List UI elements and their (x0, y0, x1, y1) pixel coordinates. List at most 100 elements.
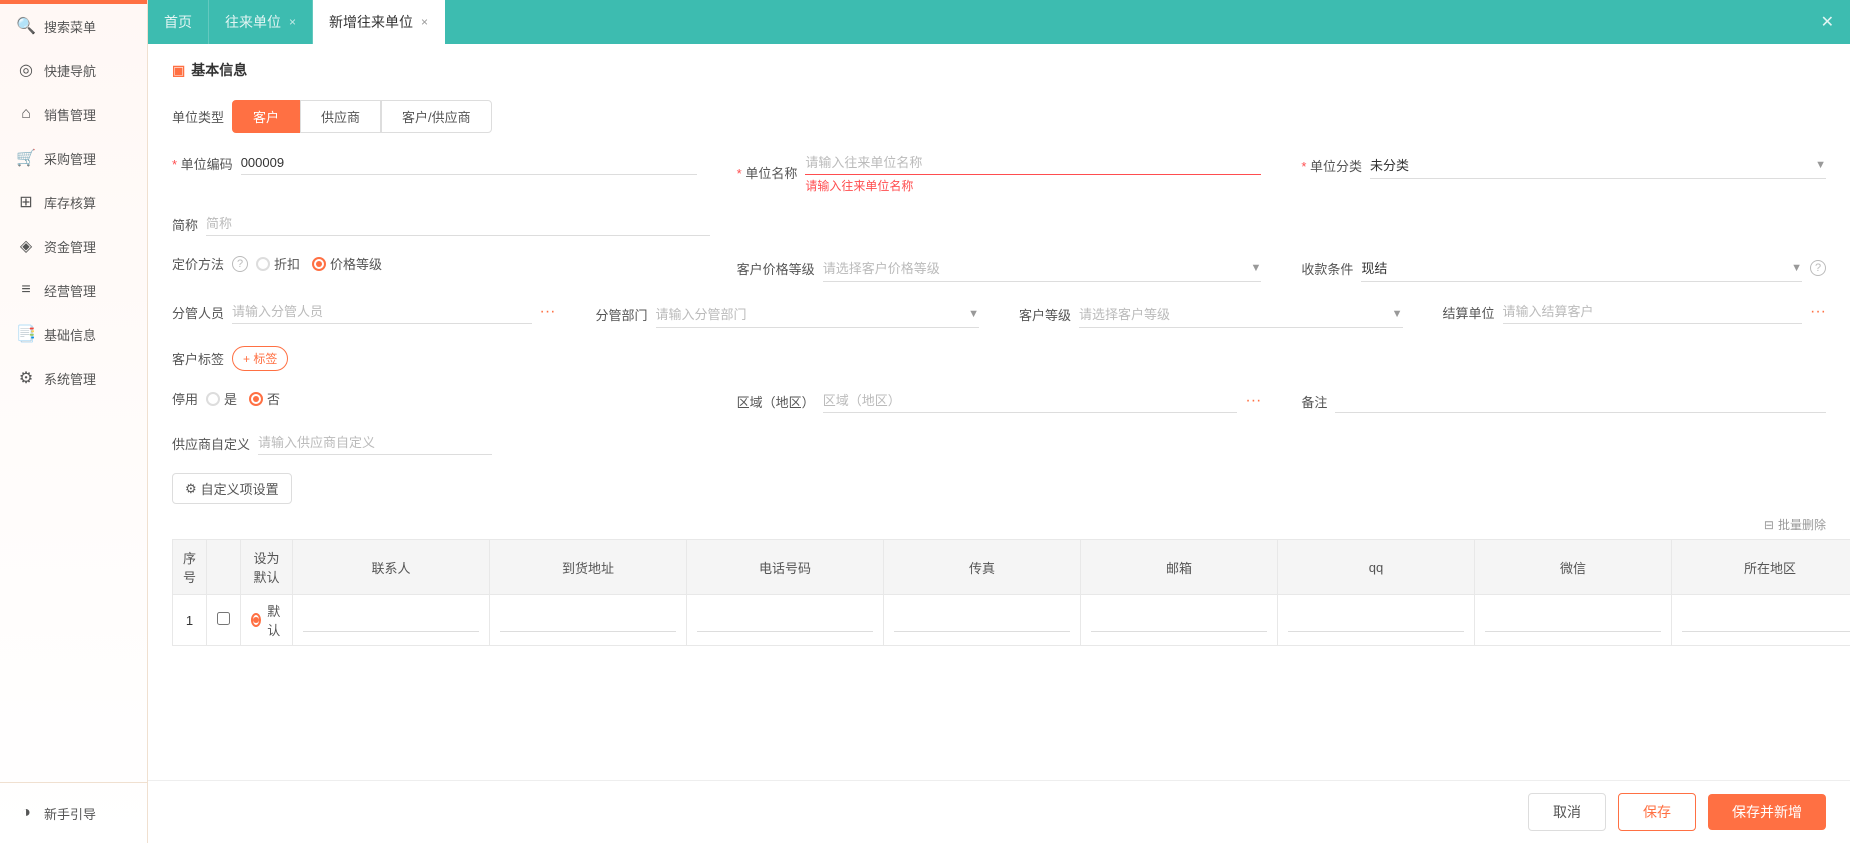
manager-row: 分管人员 ··· 分管部门 请输入分管部门 ▼ 客户等级 请选择客户等级 ▼ 结… (172, 300, 1826, 328)
customer-level-label: 客户等级 (1019, 305, 1071, 324)
region-input[interactable] (823, 389, 1238, 413)
customer-price-level-select[interactable]: 请选择客户价格等级 ▼ (823, 254, 1262, 282)
row-contact-input[interactable] (303, 608, 479, 632)
disabled-yes-radio[interactable]: 是 (206, 389, 237, 408)
manager-label: 分管人员 (172, 303, 224, 322)
manager-input[interactable] (232, 300, 532, 324)
department-select[interactable]: 请输入分管部门 ▼ (656, 300, 979, 328)
save-new-button[interactable]: 保存并新增 (1708, 794, 1826, 830)
batch-delete-area: ⊟ 批量删除 (172, 516, 1826, 533)
sidebar-item-search[interactable]: 🔍 搜索菜单 (0, 4, 147, 48)
sidebar-item-finance[interactable]: ◈ 资金管理 (0, 224, 147, 268)
table-header-row: 序号 设为默认 联系人 到货地址 电话号码 传真 邮箱 qq 微信 所在地区 操… (173, 540, 1850, 595)
disabled-no-radio[interactable]: 否 (249, 389, 280, 408)
settlement-unit-input[interactable] (1503, 300, 1803, 324)
custom-settings-button[interactable]: ⚙ 自定义项设置 (172, 473, 292, 504)
pricing-level-radio[interactable]: 价格等级 (312, 254, 382, 273)
pricing-discount-radio[interactable]: 折扣 (256, 254, 300, 273)
unit-name-error: 请输入往来单位名称 (805, 177, 1261, 194)
tab-partners-label: 往来单位 (225, 12, 281, 32)
sidebar-item-label: 系统管理 (44, 369, 96, 388)
action-bar: 取消 保存 保存并新增 (148, 780, 1850, 843)
unit-category-select[interactable]: 未分类 ▼ (1370, 151, 1826, 179)
unit-type-group: 客户 供应商 客户/供应商 (232, 100, 492, 133)
row-wechat-input[interactable] (1485, 608, 1661, 632)
tab-partners-close[interactable]: × (289, 15, 296, 29)
unit-code-input[interactable] (241, 151, 697, 175)
col-checkbox (207, 540, 241, 595)
unit-name-wrapper: 请输入往来单位名称 (805, 151, 1261, 194)
row-checkbox[interactable] (217, 612, 230, 625)
customer-level-field: 客户等级 请选择客户等级 ▼ (1019, 300, 1403, 328)
tab-partners[interactable]: 往来单位 × (209, 0, 313, 44)
section-title: ▣ 基本信息 (172, 60, 1826, 80)
disabled-yes-label: 是 (224, 389, 237, 408)
tab-bar-close-button[interactable]: ✕ (1805, 12, 1850, 32)
customer-tag-row: 客户标签 + 标签 (172, 346, 1826, 371)
unit-type-supplier[interactable]: 供应商 (300, 100, 381, 133)
tab-new-partner[interactable]: 新增往来单位 × (313, 0, 445, 44)
section-title-icon: ▣ (172, 62, 185, 79)
row-region-cell (1672, 595, 1850, 646)
remark-input[interactable] (1335, 389, 1826, 413)
payment-terms-help-icon[interactable]: ? (1810, 260, 1826, 276)
customer-level-placeholder: 请选择客户等级 (1079, 304, 1170, 323)
cancel-button[interactable]: 取消 (1528, 793, 1606, 831)
manager-more-dots[interactable]: ··· (540, 303, 556, 321)
row-qq-input[interactable] (1288, 608, 1464, 632)
settlement-more-dots[interactable]: ··· (1810, 303, 1826, 321)
tab-new-partner-close[interactable]: × (421, 15, 428, 29)
col-address: 到货地址 (490, 540, 687, 595)
row-phone-input[interactable] (697, 608, 873, 632)
region-more-dots[interactable]: ··· (1245, 392, 1261, 410)
unit-name-input[interactable] (805, 151, 1261, 175)
row-email-input[interactable] (1091, 608, 1267, 632)
system-icon: ⚙ (16, 368, 36, 388)
code-name-category-row: 单位编码 单位名称 请输入往来单位名称 单位分类 未分类 ▼ (172, 151, 1826, 194)
short-name-input[interactable] (206, 212, 710, 236)
tab-home[interactable]: 首页 (148, 0, 209, 44)
customer-level-chevron: ▼ (1392, 308, 1403, 320)
unit-type-field: 单位类型 客户 供应商 客户/供应商 (172, 100, 1826, 133)
short-name-field: 简称 (172, 212, 710, 236)
disabled-radio-group: 是 否 (206, 389, 280, 408)
unit-type-label: 单位类型 (172, 107, 224, 126)
disabled-no-circle (249, 392, 263, 406)
sidebar-item-guide[interactable]: ◑ 新手引导 (0, 791, 147, 835)
sidebar-item-label: 搜索菜单 (44, 17, 96, 36)
batch-delete-label[interactable]: 批量删除 (1778, 516, 1826, 533)
sidebar-item-basics[interactable]: 📑 基础信息 (0, 312, 147, 356)
payment-terms-select[interactable]: 现结 ▼ (1361, 254, 1802, 282)
row-default-label: 默认 (265, 601, 282, 639)
sidebar-item-label: 库存核算 (44, 193, 96, 212)
sidebar-item-sales[interactable]: ⌂ 销售管理 (0, 92, 147, 136)
disabled-field: 停用 是 否 (172, 389, 697, 408)
add-tag-button[interactable]: + 标签 (232, 346, 288, 371)
finance-icon: ◈ (16, 236, 36, 256)
region-field: 区域（地区） ··· (737, 389, 1262, 413)
row-address-input[interactable] (500, 608, 676, 632)
main-content: 首页 往来单位 × 新增往来单位 × ✕ ▣ 基本信息 单位类型 客户 供应商 … (148, 0, 1850, 843)
row-region-input[interactable] (1682, 608, 1850, 632)
sidebar-item-quicknav[interactable]: ◎ 快捷导航 (0, 48, 147, 92)
supplier-custom-input[interactable] (258, 431, 492, 455)
sidebar-item-system[interactable]: ⚙ 系统管理 (0, 356, 147, 400)
tab-bar: 首页 往来单位 × 新增往来单位 × ✕ (148, 0, 1850, 44)
sidebar-item-operations[interactable]: ≡ 经营管理 (0, 268, 147, 312)
payment-terms-label: 收款条件 (1301, 259, 1353, 278)
pricing-help-icon[interactable]: ? (232, 256, 248, 272)
customer-level-select[interactable]: 请选择客户等级 ▼ (1079, 300, 1402, 328)
row-fax-input[interactable] (894, 608, 1070, 632)
sidebar-item-label: 新手引导 (44, 804, 96, 823)
sidebar-item-inventory[interactable]: ⊞ 库存核算 (0, 180, 147, 224)
basics-icon: 📑 (16, 324, 36, 344)
sidebar-item-label: 销售管理 (44, 105, 96, 124)
settings-icon: ⚙ (185, 481, 197, 497)
save-button[interactable]: 保存 (1618, 793, 1696, 831)
quicknav-icon: ◎ (16, 60, 36, 80)
col-region: 所在地区 (1672, 540, 1850, 595)
unit-type-both[interactable]: 客户/供应商 (381, 100, 492, 133)
unit-type-customer[interactable]: 客户 (232, 100, 300, 133)
row-default-radio[interactable]: 默认 (251, 601, 282, 639)
sidebar-item-purchase[interactable]: 🛒 采购管理 (0, 136, 147, 180)
